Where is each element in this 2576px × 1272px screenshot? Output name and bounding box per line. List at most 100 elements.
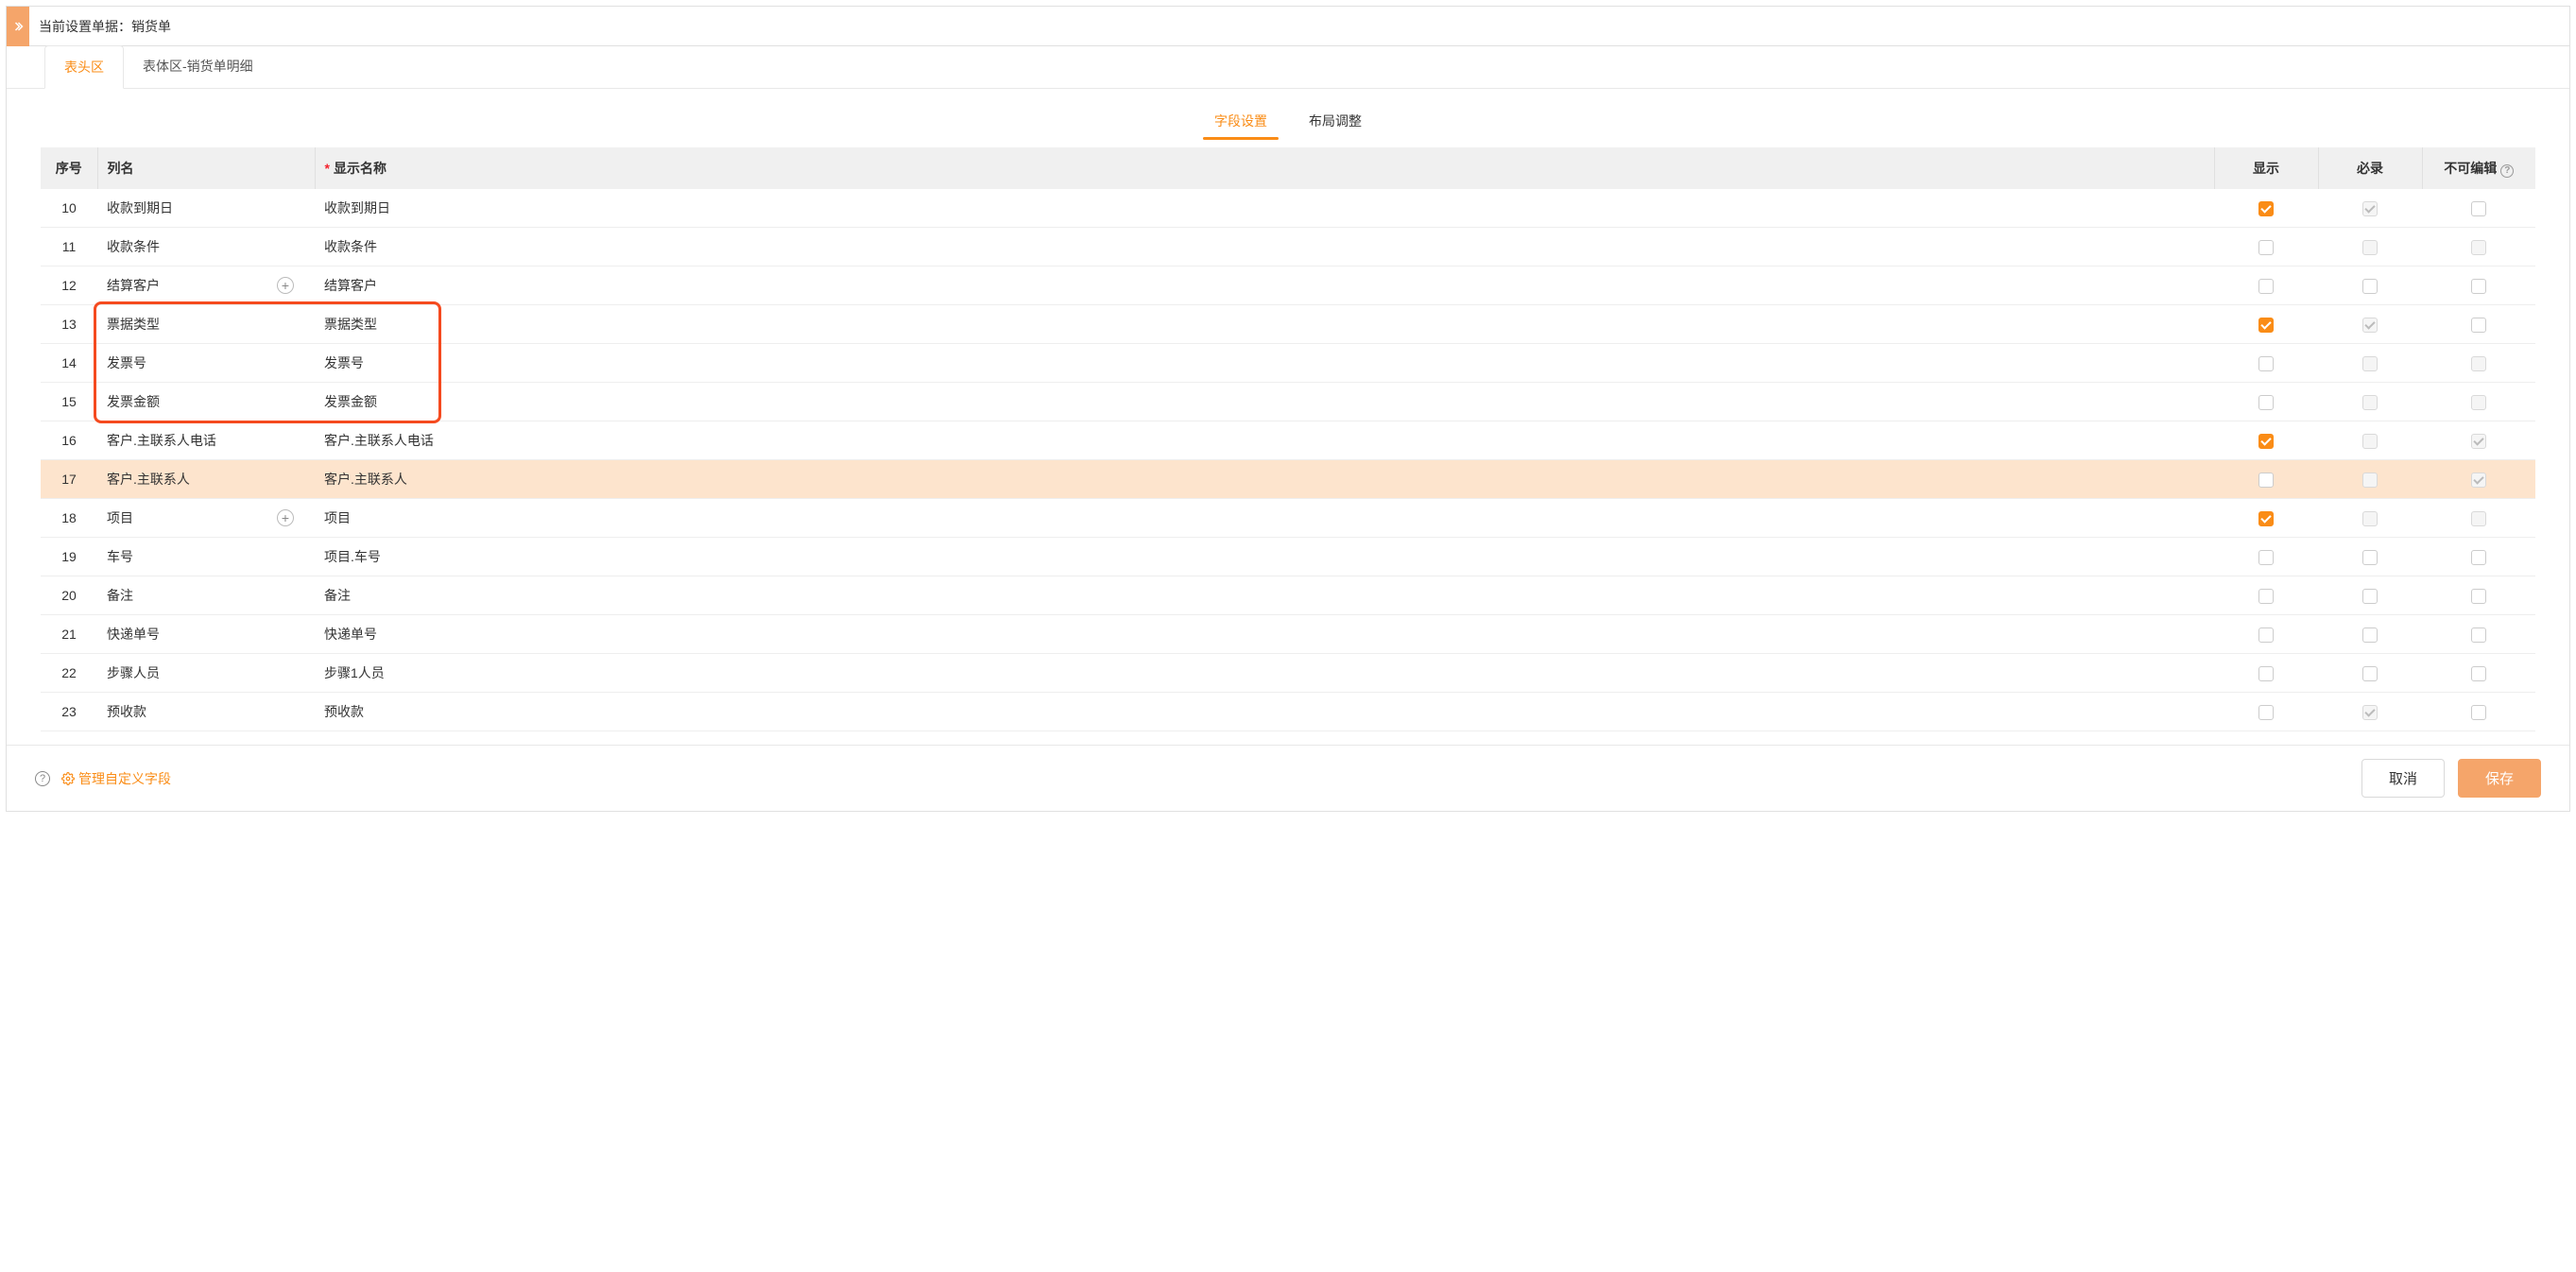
table-row[interactable]: 15发票金额发票金额 bbox=[41, 383, 2535, 421]
cell-readonly bbox=[2422, 383, 2535, 421]
cell-required bbox=[2318, 460, 2422, 499]
checkbox-show[interactable] bbox=[2258, 627, 2274, 643]
main-tab-1[interactable]: 表体区-销货单明细 bbox=[124, 45, 272, 88]
cell-displayname[interactable]: 项目 bbox=[315, 499, 2214, 538]
checkbox-show[interactable] bbox=[2258, 666, 2274, 681]
cell-seq: 10 bbox=[41, 189, 97, 228]
sub-tabs: 字段设置布局调整 bbox=[7, 89, 2569, 138]
checkbox-readonly[interactable] bbox=[2471, 279, 2486, 294]
help-icon[interactable]: ? bbox=[2500, 164, 2514, 178]
table-row[interactable]: 11收款条件收款条件 bbox=[41, 228, 2535, 266]
cell-show bbox=[2214, 654, 2318, 693]
cell-displayname[interactable]: 快递单号 bbox=[315, 615, 2214, 654]
help-icon[interactable]: ? bbox=[35, 771, 50, 786]
table-row[interactable]: 12结算客户+结算客户 bbox=[41, 266, 2535, 305]
main-tab-0[interactable]: 表头区 bbox=[44, 45, 124, 89]
cell-show bbox=[2214, 615, 2318, 654]
cell-colname: 项目+ bbox=[97, 499, 315, 538]
cell-displayname[interactable]: 发票号 bbox=[315, 344, 2214, 383]
checkbox-show[interactable] bbox=[2258, 318, 2274, 333]
table-row[interactable]: 14发票号发票号 bbox=[41, 344, 2535, 383]
checkbox-show[interactable] bbox=[2258, 240, 2274, 255]
cell-colname: 发票金额 bbox=[97, 383, 315, 421]
table-row[interactable]: 19车号项目.车号 bbox=[41, 538, 2535, 576]
add-sub-field-button[interactable]: + bbox=[277, 509, 294, 526]
table-row[interactable]: 22步骤人员步骤1人员 bbox=[41, 654, 2535, 693]
checkbox-show[interactable] bbox=[2258, 395, 2274, 410]
cell-seq: 21 bbox=[41, 615, 97, 654]
cell-seq: 23 bbox=[41, 693, 97, 731]
cell-displayname[interactable]: 客户.主联系人电话 bbox=[315, 421, 2214, 460]
checkbox-required bbox=[2362, 395, 2378, 410]
cell-displayname[interactable]: 项目.车号 bbox=[315, 538, 2214, 576]
cell-displayname[interactable]: 步骤1人员 bbox=[315, 654, 2214, 693]
table-row[interactable]: 17客户.主联系人客户.主联系人 bbox=[41, 460, 2535, 499]
cell-required bbox=[2318, 576, 2422, 615]
cell-displayname[interactable]: 结算客户 bbox=[315, 266, 2214, 305]
sub-tab-1[interactable]: 布局调整 bbox=[1297, 104, 1373, 138]
cell-show bbox=[2214, 266, 2318, 305]
col-header-name: 列名 bbox=[97, 147, 315, 189]
table-row[interactable]: 10收款到期日收款到期日 bbox=[41, 189, 2535, 228]
expand-toggle[interactable] bbox=[7, 7, 29, 46]
cell-displayname[interactable]: 票据类型 bbox=[315, 305, 2214, 344]
cell-displayname[interactable]: 收款到期日 bbox=[315, 189, 2214, 228]
cell-displayname[interactable]: 收款条件 bbox=[315, 228, 2214, 266]
cell-displayname[interactable]: 客户.主联系人 bbox=[315, 460, 2214, 499]
table-row[interactable]: 13票据类型票据类型 bbox=[41, 305, 2535, 344]
checkbox-show[interactable] bbox=[2258, 356, 2274, 371]
sub-tab-0[interactable]: 字段设置 bbox=[1203, 104, 1279, 138]
table-row[interactable]: 16客户.主联系人电话客户.主联系人电话 bbox=[41, 421, 2535, 460]
manage-custom-fields-link[interactable]: 管理自定义字段 bbox=[61, 769, 171, 788]
cell-readonly bbox=[2422, 576, 2535, 615]
cell-seq: 18 bbox=[41, 499, 97, 538]
cell-colname: 结算客户+ bbox=[97, 266, 315, 305]
checkbox-required bbox=[2362, 240, 2378, 255]
table-row[interactable]: 20备注备注 bbox=[41, 576, 2535, 615]
cell-readonly bbox=[2422, 460, 2535, 499]
table-wrap: 序号 列名 *显示名称 显示 必录 不可编辑? 10收款到期日收款到期日11收款… bbox=[7, 138, 2569, 731]
table-row[interactable]: 23预收款预收款 bbox=[41, 693, 2535, 731]
table-row[interactable]: 21快递单号快递单号 bbox=[41, 615, 2535, 654]
checkbox-readonly[interactable] bbox=[2471, 705, 2486, 720]
cell-seq: 20 bbox=[41, 576, 97, 615]
add-sub-field-button[interactable]: + bbox=[277, 277, 294, 294]
checkbox-readonly[interactable] bbox=[2471, 318, 2486, 333]
cell-displayname[interactable]: 发票金额 bbox=[315, 383, 2214, 421]
checkbox-show[interactable] bbox=[2258, 279, 2274, 294]
checkbox-required[interactable] bbox=[2362, 589, 2378, 604]
checkbox-show[interactable] bbox=[2258, 201, 2274, 216]
checkbox-show[interactable] bbox=[2258, 434, 2274, 449]
cell-show bbox=[2214, 538, 2318, 576]
checkbox-readonly[interactable] bbox=[2471, 589, 2486, 604]
checkbox-show[interactable] bbox=[2258, 550, 2274, 565]
col-header-required: 必录 bbox=[2318, 147, 2422, 189]
save-button[interactable]: 保存 bbox=[2458, 759, 2541, 798]
checkbox-required[interactable] bbox=[2362, 627, 2378, 643]
cell-readonly bbox=[2422, 615, 2535, 654]
cell-colname: 客户.主联系人 bbox=[97, 460, 315, 499]
chevron-right-icon bbox=[12, 21, 24, 32]
cell-displayname[interactable]: 备注 bbox=[315, 576, 2214, 615]
checkbox-show[interactable] bbox=[2258, 589, 2274, 604]
cell-readonly bbox=[2422, 538, 2535, 576]
checkbox-show[interactable] bbox=[2258, 705, 2274, 720]
cell-show bbox=[2214, 576, 2318, 615]
checkbox-readonly[interactable] bbox=[2471, 666, 2486, 681]
checkbox-required[interactable] bbox=[2362, 279, 2378, 294]
cell-colname: 预收款 bbox=[97, 693, 315, 731]
checkbox-required[interactable] bbox=[2362, 550, 2378, 565]
cell-displayname[interactable]: 预收款 bbox=[315, 693, 2214, 731]
checkbox-show[interactable] bbox=[2258, 511, 2274, 526]
cell-required bbox=[2318, 654, 2422, 693]
cancel-button[interactable]: 取消 bbox=[2361, 759, 2445, 798]
cell-readonly bbox=[2422, 266, 2535, 305]
checkbox-required[interactable] bbox=[2362, 666, 2378, 681]
checkbox-readonly[interactable] bbox=[2471, 550, 2486, 565]
checkbox-readonly[interactable] bbox=[2471, 201, 2486, 216]
cell-show bbox=[2214, 383, 2318, 421]
checkbox-readonly[interactable] bbox=[2471, 627, 2486, 643]
checkbox-show[interactable] bbox=[2258, 473, 2274, 488]
table-row[interactable]: 18项目+项目 bbox=[41, 499, 2535, 538]
cell-seq: 16 bbox=[41, 421, 97, 460]
